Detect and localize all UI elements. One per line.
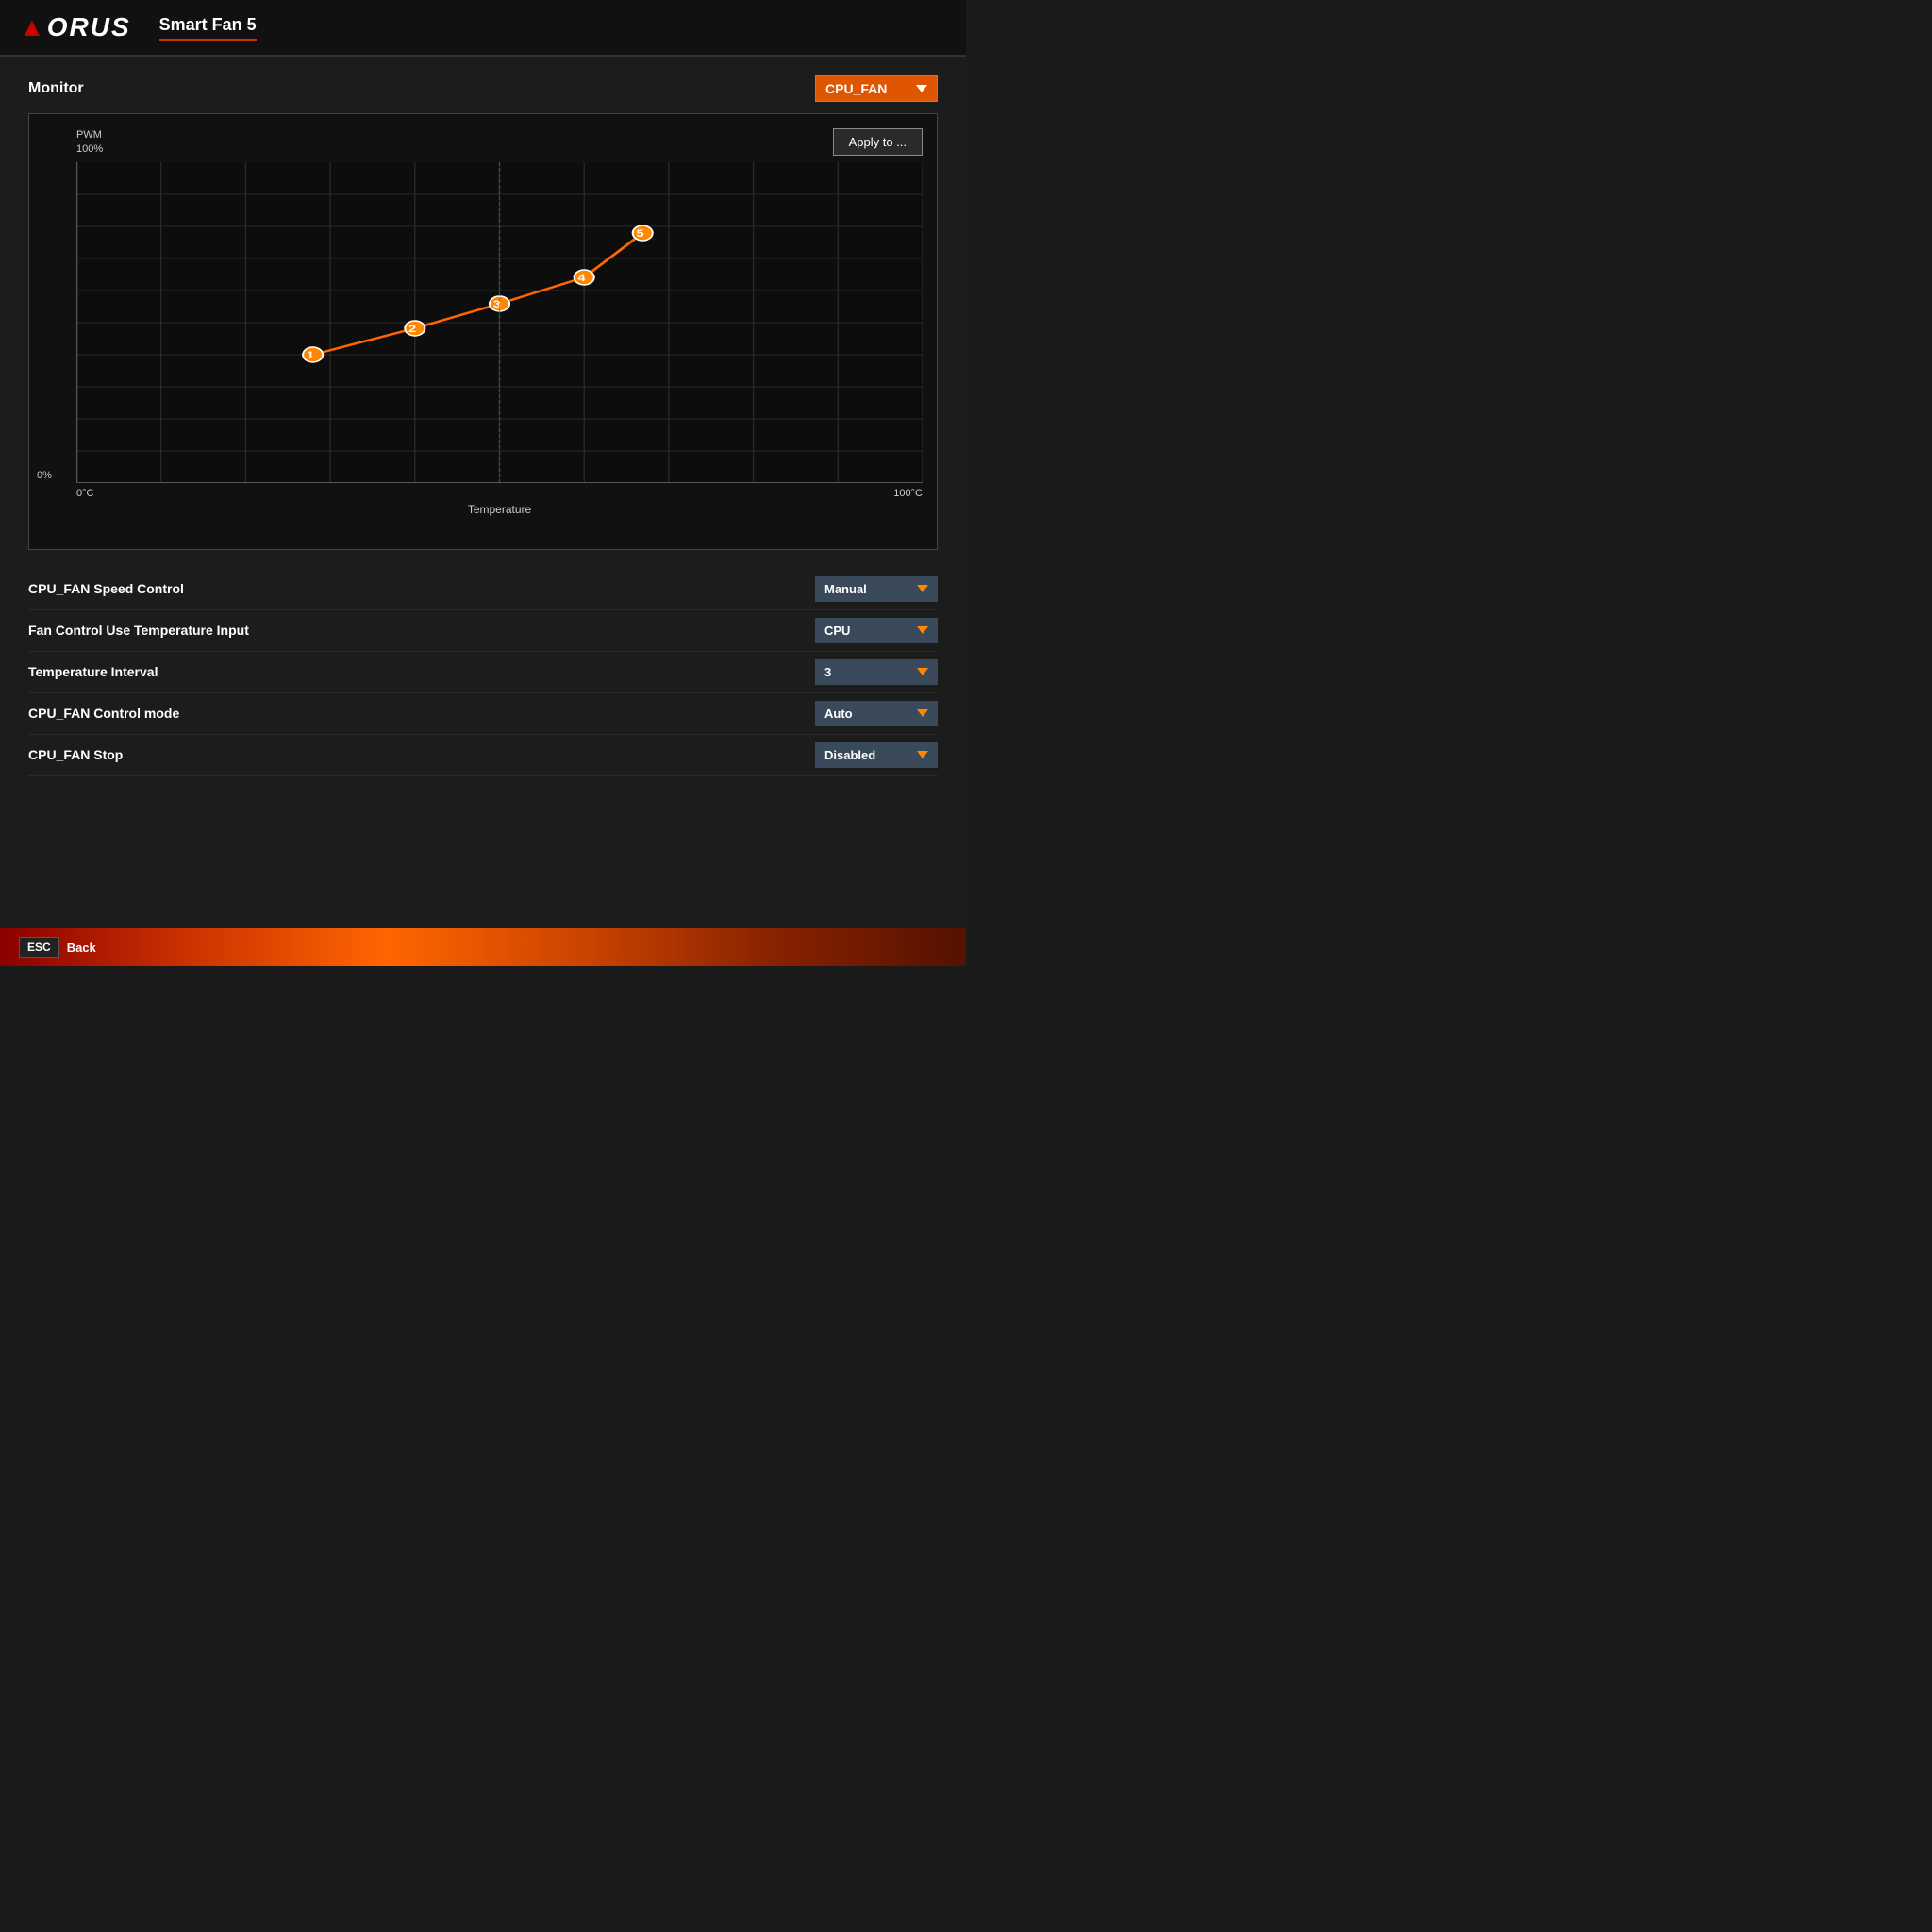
temp-interval-value: 3: [824, 665, 831, 679]
main-content: Monitor CPU_FAN PWM 100% Apply to ... 0%: [0, 57, 966, 928]
settings-section: CPU_FAN Speed Control Manual Fan Control…: [28, 569, 938, 776]
svg-text:1: 1: [307, 349, 314, 361]
setting-row-temp-interval: Temperature Interval 3: [28, 652, 938, 693]
svg-text:5: 5: [637, 227, 644, 240]
temp-input-arrow: [917, 626, 928, 634]
temp-interval-dropdown[interactable]: 3: [815, 659, 938, 685]
x-axis-labels: 0°C 100°C: [76, 488, 923, 499]
monitor-header: Monitor CPU_FAN: [28, 75, 938, 102]
control-mode-value: Auto: [824, 707, 853, 721]
y-axis-label-top: PWM 100%: [76, 128, 103, 158]
setting-label-fan-stop: CPU_FAN Stop: [28, 747, 123, 762]
header: ▲ORUS Smart Fan 5: [0, 0, 966, 57]
apply-to-button[interactable]: Apply to ...: [833, 128, 923, 156]
monitor-dropdown-arrow: [916, 85, 927, 92]
chart-top-bar: PWM 100% Apply to ...: [76, 128, 923, 158]
setting-label-control-mode: CPU_FAN Control mode: [28, 706, 179, 721]
svg-text:4: 4: [578, 272, 587, 284]
setting-label-speed-control: CPU_FAN Speed Control: [28, 581, 184, 596]
setting-label-temp-interval: Temperature Interval: [28, 664, 158, 679]
chart-svg: 1 2 3 4 5: [76, 162, 923, 483]
chart-area: 0%: [76, 162, 923, 483]
fan-stop-dropdown[interactable]: Disabled: [815, 742, 938, 768]
setting-row-speed-control: CPU_FAN Speed Control Manual: [28, 569, 938, 610]
x-axis-left-label: 0°C: [76, 488, 93, 499]
setting-row-fan-stop: CPU_FAN Stop Disabled: [28, 735, 938, 776]
speed-control-value: Manual: [824, 582, 867, 596]
speed-control-dropdown[interactable]: Manual: [815, 576, 938, 602]
monitor-fan-value: CPU_FAN: [825, 81, 887, 96]
svg-text:2: 2: [408, 323, 416, 335]
speed-control-arrow: [917, 585, 928, 592]
fan-stop-value: Disabled: [824, 748, 875, 762]
y-axis-zero-label: 0%: [37, 470, 52, 481]
footer: ESC Back: [0, 928, 966, 966]
fan-curve-chart: PWM 100% Apply to ... 0%: [28, 113, 938, 550]
temp-interval-arrow: [917, 668, 928, 675]
back-label: Back: [67, 941, 96, 955]
esc-key[interactable]: ESC: [19, 937, 59, 958]
fan-stop-arrow: [917, 751, 928, 758]
setting-label-temp-input: Fan Control Use Temperature Input: [28, 623, 249, 638]
setting-row-temp-input: Fan Control Use Temperature Input CPU: [28, 610, 938, 652]
temp-input-dropdown[interactable]: CPU: [815, 618, 938, 643]
tab-title[interactable]: Smart Fan 5: [159, 15, 257, 41]
x-axis-title: Temperature: [76, 503, 923, 516]
monitor-label: Monitor: [28, 80, 84, 97]
monitor-fan-dropdown[interactable]: CPU_FAN: [815, 75, 938, 102]
x-axis-right-label: 100°C: [893, 488, 923, 499]
setting-row-control-mode: CPU_FAN Control mode Auto: [28, 693, 938, 735]
control-mode-dropdown[interactable]: Auto: [815, 701, 938, 726]
temp-input-value: CPU: [824, 624, 850, 638]
control-mode-arrow: [917, 709, 928, 717]
logo-text: ▲ORUS: [19, 12, 131, 42]
